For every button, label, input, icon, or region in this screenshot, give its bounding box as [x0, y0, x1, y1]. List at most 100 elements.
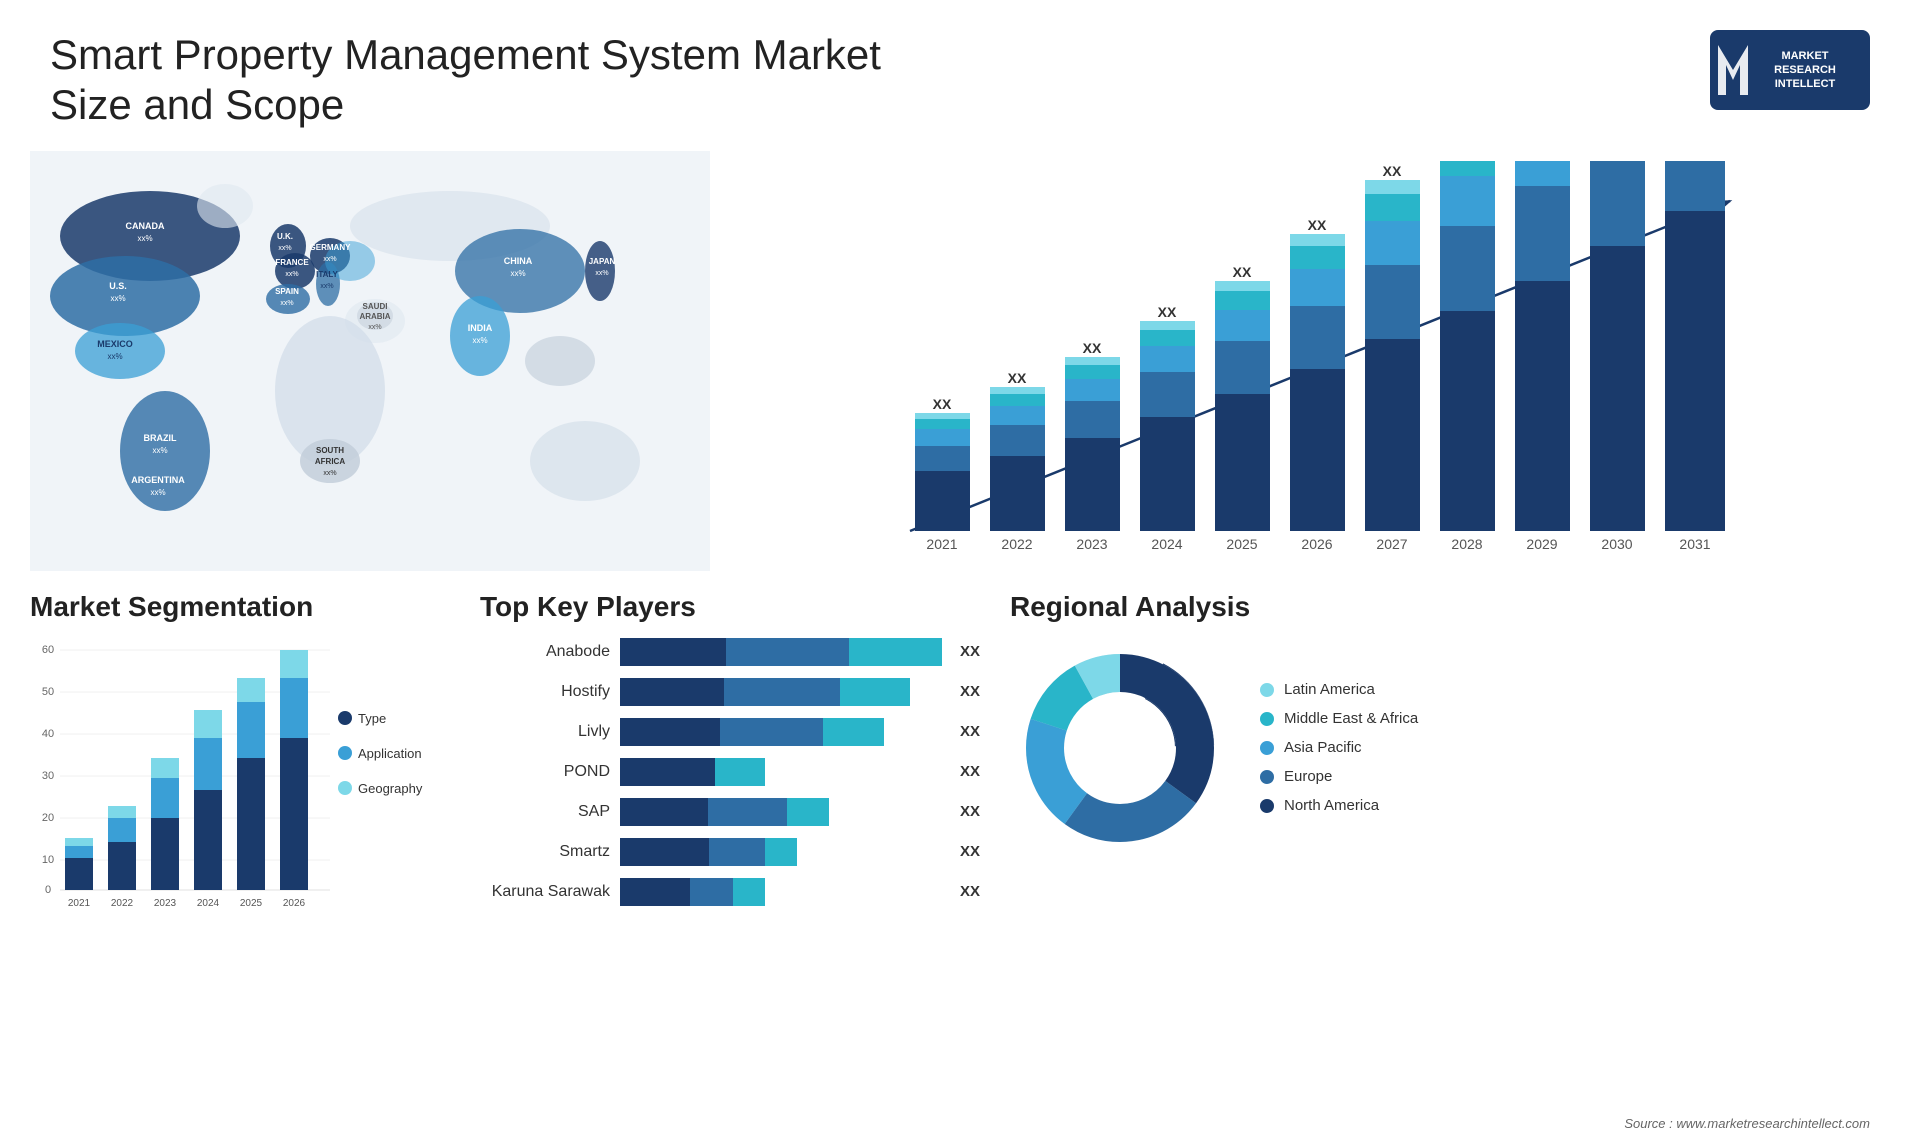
- segmentation-chart: 60 50 40 30 20 10 0 2021: [30, 638, 450, 918]
- player-bar-container: [620, 758, 942, 786]
- legend-label: North America: [1284, 797, 1379, 814]
- svg-text:2023: 2023: [154, 898, 177, 909]
- svg-text:JAPAN: JAPAN: [589, 257, 616, 266]
- list-item: Karuna Sarawak XX: [480, 878, 980, 906]
- player-value: XX: [960, 683, 980, 700]
- svg-text:2025: 2025: [240, 898, 263, 909]
- svg-text:U.K.: U.K.: [277, 232, 293, 241]
- header: Smart Property Management System Market …: [0, 0, 1920, 151]
- list-item: SAP XX: [480, 798, 980, 826]
- svg-text:SOUTH: SOUTH: [316, 446, 344, 455]
- svg-text:XX: XX: [1308, 217, 1327, 233]
- regional-content: Latin America Middle East & Africa Asia …: [1010, 638, 1890, 858]
- svg-text:Type: Type: [358, 711, 386, 726]
- svg-text:U.S.: U.S.: [109, 281, 127, 291]
- player-bar: [620, 758, 858, 786]
- player-value: XX: [960, 723, 980, 740]
- legend-dot-north-america: [1260, 799, 1274, 813]
- player-name: Hostify: [480, 683, 610, 701]
- player-bar: [620, 678, 910, 706]
- legend-dot-mea: [1260, 712, 1274, 726]
- svg-text:CANADA: CANADA: [126, 221, 165, 231]
- legend-item-latin-america: Latin America: [1260, 681, 1418, 698]
- svg-text:20: 20: [42, 812, 54, 824]
- player-name: SAP: [480, 803, 610, 821]
- svg-text:xx%: xx%: [285, 271, 298, 278]
- segmentation-section: Market Segmentation 60 50 40 30 20 10 0: [30, 591, 450, 918]
- svg-text:2031: 2031: [1679, 536, 1710, 552]
- regional-section: Regional Analysis: [1010, 591, 1890, 918]
- svg-text:CHINA: CHINA: [504, 256, 533, 266]
- svg-text:60: 60: [42, 644, 54, 656]
- legend-dot-asia-pacific: [1260, 741, 1274, 755]
- svg-text:MEXICO: MEXICO: [97, 339, 133, 349]
- legend-item-europe: Europe: [1260, 768, 1418, 785]
- svg-text:2021: 2021: [68, 898, 91, 909]
- world-map: CANADA xx% U.S. xx% MEXICO xx% BRAZIL xx…: [30, 151, 710, 571]
- bar-chart: XX 2021 XX 2022 XX 2023 XX 20: [750, 161, 1870, 561]
- svg-text:xx%: xx%: [320, 283, 333, 290]
- donut-chart: [1010, 638, 1230, 858]
- player-bar: [620, 838, 797, 866]
- player-name: Livly: [480, 723, 610, 741]
- legend-item-asia-pacific: Asia Pacific: [1260, 739, 1418, 756]
- svg-text:ARGENTINA: ARGENTINA: [131, 475, 185, 485]
- svg-text:ITALY: ITALY: [316, 270, 338, 279]
- svg-text:ARABIA: ARABIA: [359, 312, 390, 321]
- svg-text:GERMANY: GERMANY: [310, 243, 352, 252]
- svg-text:Geography: Geography: [358, 781, 423, 796]
- svg-text:30: 30: [42, 770, 54, 782]
- player-name: Karuna Sarawak: [480, 883, 610, 901]
- svg-text:40: 40: [42, 728, 54, 740]
- svg-text:Application: Application: [358, 746, 422, 761]
- svg-text:0: 0: [45, 884, 51, 896]
- regional-title: Regional Analysis: [1010, 591, 1890, 623]
- svg-text:2029: 2029: [1526, 536, 1557, 552]
- player-value: XX: [960, 643, 980, 660]
- legend-label: Latin America: [1284, 681, 1375, 698]
- player-value: XX: [960, 763, 980, 780]
- players-list: Anabode XX Hostify: [480, 638, 980, 906]
- player-bar: [620, 878, 765, 906]
- legend-item-mea: Middle East & Africa: [1260, 710, 1418, 727]
- list-item: Anabode XX: [480, 638, 980, 666]
- svg-text:xx%: xx%: [280, 300, 293, 307]
- svg-text:XX: XX: [1233, 264, 1252, 280]
- page-title: Smart Property Management System Market …: [50, 30, 950, 131]
- svg-text:2028: 2028: [1451, 536, 1482, 552]
- svg-text:50: 50: [42, 686, 54, 698]
- svg-text:xx%: xx%: [107, 352, 122, 361]
- svg-text:INDIA: INDIA: [468, 323, 493, 333]
- svg-text:BRAZIL: BRAZIL: [144, 433, 177, 443]
- svg-text:XX: XX: [933, 396, 952, 412]
- legend-label: Middle East & Africa: [1284, 710, 1418, 727]
- player-bar-container: [620, 638, 942, 666]
- legend-item-north-america: North America: [1260, 797, 1418, 814]
- source-text: Source : www.marketresearchintellect.com: [1624, 1116, 1870, 1131]
- svg-text:xx%: xx%: [137, 234, 152, 243]
- player-bar-container: [620, 878, 942, 906]
- player-bar: [620, 638, 942, 666]
- player-name: Anabode: [480, 643, 610, 661]
- players-section: Top Key Players Anabode XX Hostify: [480, 591, 980, 918]
- svg-text:XX: XX: [1008, 370, 1027, 386]
- svg-text:xx%: xx%: [278, 245, 291, 252]
- players-title: Top Key Players: [480, 591, 980, 623]
- logo-area: MARKET RESEARCH INTELLECT: [1710, 30, 1870, 110]
- svg-text:2027: 2027: [1376, 536, 1407, 552]
- svg-text:xx%: xx%: [152, 446, 167, 455]
- player-name: Smartz: [480, 843, 610, 861]
- svg-text:SPAIN: SPAIN: [275, 287, 299, 296]
- svg-text:2026: 2026: [283, 898, 306, 909]
- svg-text:AFRICA: AFRICA: [315, 457, 345, 466]
- svg-text:XX: XX: [1383, 163, 1402, 179]
- logo-text: MARKET RESEARCH INTELLECT: [1744, 49, 1836, 92]
- bar-chart-section: XX 2021 XX 2022 XX 2023 XX 20: [730, 151, 1890, 571]
- svg-text:2022: 2022: [111, 898, 134, 909]
- player-bar-container: [620, 678, 942, 706]
- regional-legend: Latin America Middle East & Africa Asia …: [1260, 681, 1418, 814]
- player-bar: [620, 798, 829, 826]
- list-item: Hostify XX: [480, 678, 980, 706]
- player-value: XX: [960, 883, 980, 900]
- svg-text:xx%: xx%: [472, 336, 487, 345]
